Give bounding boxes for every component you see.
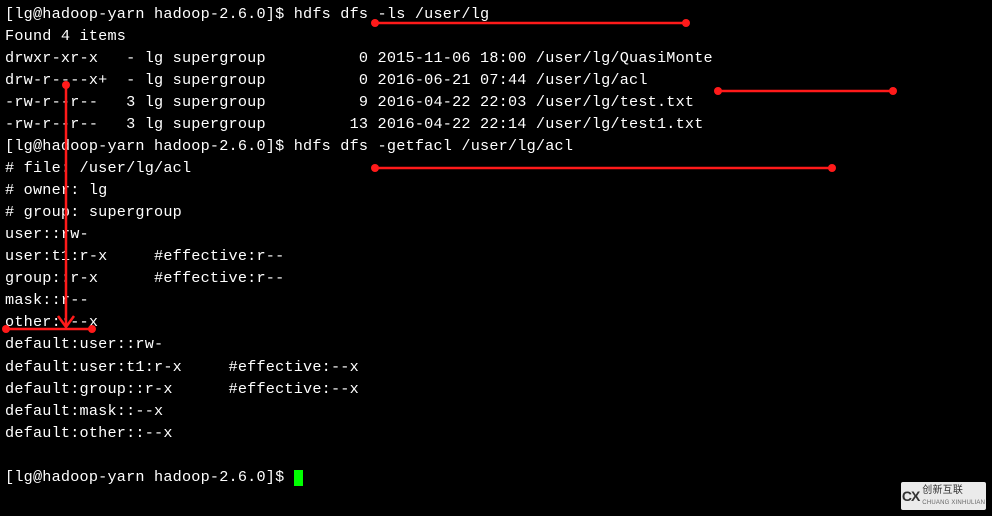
prompt-line-1: [lg@hadoop-yarn hadoop-2.6.0]$ hdfs dfs …: [5, 3, 987, 25]
shell-prompt: [lg@hadoop-yarn hadoop-2.6.0]$: [5, 468, 294, 486]
command-1: hdfs dfs -ls /user/lg: [294, 5, 490, 23]
acl-line: default:group::r-x #effective:--x: [5, 378, 987, 400]
acl-line: default:user:t1:r-x #effective:--x: [5, 356, 987, 378]
blank-line: [5, 444, 987, 466]
shell-prompt: [lg@hadoop-yarn hadoop-2.6.0]$: [5, 5, 294, 23]
ls-row: drwxr-xr-x - lg supergroup 0 2015-11-06 …: [5, 47, 987, 69]
prompt-line-2: [lg@hadoop-yarn hadoop-2.6.0]$ hdfs dfs …: [5, 135, 987, 157]
watermark-text-2: CHUANG XINHULIAN: [922, 499, 985, 508]
acl-line: group::r-x #effective:r--: [5, 267, 987, 289]
cursor-block[interactable]: [294, 470, 303, 486]
watermark-icon: CX: [902, 486, 919, 506]
acl-line: # file: /user/lg/acl: [5, 157, 987, 179]
ls-row: -rw-r--r-- 3 lg supergroup 13 2016-04-22…: [5, 113, 987, 135]
acl-line: # group: supergroup: [5, 201, 987, 223]
acl-line: other::--x: [5, 311, 987, 333]
command-2: hdfs dfs -getfacl /user/lg/acl: [294, 137, 573, 155]
watermark-text-1: 创新互联: [922, 484, 985, 499]
acl-line: default:other::--x: [5, 422, 987, 444]
prompt-line-3: [lg@hadoop-yarn hadoop-2.6.0]$: [5, 466, 987, 488]
acl-line: user::rw-: [5, 223, 987, 245]
acl-line: user:t1:r-x #effective:r--: [5, 245, 987, 267]
acl-line: default:mask::--x: [5, 400, 987, 422]
acl-line: # owner: lg: [5, 179, 987, 201]
output-found: Found 4 items: [5, 25, 987, 47]
watermark-badge: CX 创新互联 CHUANG XINHULIAN: [901, 482, 986, 510]
acl-line: mask::r--: [5, 289, 987, 311]
acl-line: default:user::rw-: [5, 333, 987, 355]
shell-prompt: [lg@hadoop-yarn hadoop-2.6.0]$: [5, 137, 294, 155]
ls-row: -rw-r--r-- 3 lg supergroup 9 2016-04-22 …: [5, 91, 987, 113]
ls-row: drw-r----x+ - lg supergroup 0 2016-06-21…: [5, 69, 987, 91]
